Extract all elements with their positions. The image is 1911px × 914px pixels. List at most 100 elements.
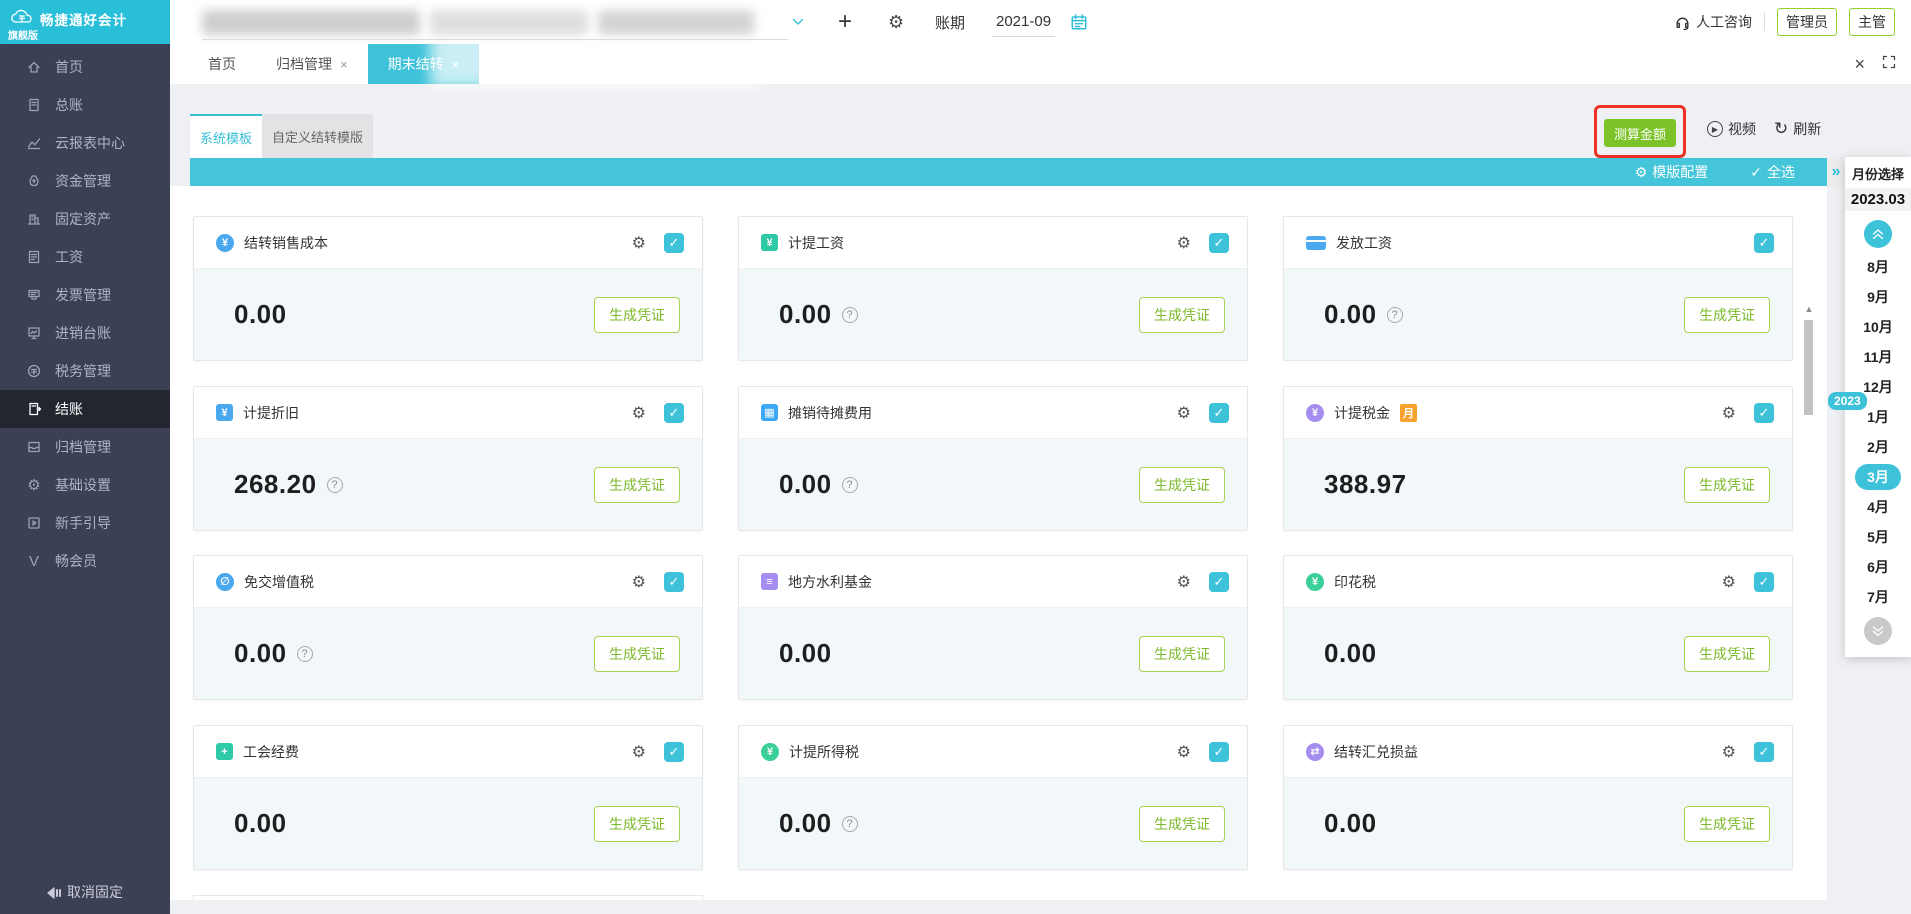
unpin-sidebar-button[interactable]: 取消固定: [0, 882, 170, 902]
sidebar-item-6[interactable]: 工资: [0, 238, 170, 276]
card-checkbox-checked[interactable]: ✓: [1209, 402, 1229, 423]
month-item-11月[interactable]: 11月: [1845, 342, 1911, 372]
template-config-button[interactable]: ⚙ 模版配置: [1635, 162, 1709, 182]
card-checkbox-checked[interactable]: ✓: [1754, 232, 1774, 253]
generate-voucher-button[interactable]: 生成凭证: [1684, 805, 1770, 842]
card-gear-icon[interactable]: ⚙: [1722, 572, 1736, 592]
vertical-scrollbar[interactable]: ▲ ▼: [1802, 292, 1816, 914]
month-item-3月[interactable]: 3月: [1845, 462, 1911, 492]
sidebar-item-5[interactable]: 固定资产: [0, 200, 170, 238]
card-checkbox-checked[interactable]: ✓: [664, 741, 684, 762]
video-button[interactable]: ▶ 视频: [1707, 119, 1756, 139]
help-icon[interactable]: ?: [841, 306, 858, 323]
tab-2[interactable]: 归档管理 ×: [256, 44, 368, 84]
month-item-10月[interactable]: 10月: [1845, 312, 1911, 342]
generate-voucher-button[interactable]: 生成凭证: [594, 466, 680, 503]
help-icon[interactable]: ?: [841, 815, 858, 832]
card-gear-icon[interactable]: ⚙: [1177, 403, 1191, 423]
calendar-icon[interactable]: [1070, 0, 1088, 44]
sidebar-item-10[interactable]: 结账: [0, 390, 170, 428]
card-amount: 0.00: [779, 638, 832, 668]
generate-voucher-button[interactable]: 生成凭证: [1139, 466, 1225, 503]
refresh-button[interactable]: ↻ 刷新: [1774, 119, 1821, 139]
subtab-1[interactable]: 系统模板: [190, 114, 263, 158]
generate-voucher-button[interactable]: 生成凭证: [594, 635, 680, 672]
card-checkbox-checked[interactable]: ✓: [1754, 402, 1774, 423]
month-item-9月[interactable]: 9月: [1845, 282, 1911, 312]
close-tabs-icon[interactable]: ×: [1854, 54, 1865, 75]
settings-gear-icon[interactable]: ⚙: [888, 0, 904, 44]
card-checkbox-checked[interactable]: ✓: [664, 571, 684, 592]
sidebar-item-11[interactable]: 归档管理: [0, 428, 170, 466]
sidebar-item-12[interactable]: ⚙ 基础设置: [0, 466, 170, 504]
sidebar-item-14[interactable]: V 畅会员: [0, 542, 170, 580]
collapse-month-panel-icon[interactable]: »: [1827, 157, 1845, 187]
generate-voucher-button[interactable]: 生成凭证: [1684, 635, 1770, 672]
help-icon[interactable]: ?: [841, 476, 858, 493]
card-checkbox-checked[interactable]: ✓: [1754, 741, 1774, 762]
generate-voucher-button[interactable]: 生成凭证: [1139, 805, 1225, 842]
card-checkbox-checked[interactable]: ✓: [1209, 232, 1229, 253]
help-icon[interactable]: ?: [296, 645, 313, 662]
month-item-6月[interactable]: 6月: [1845, 552, 1911, 582]
card-gear-icon[interactable]: ⚙: [632, 742, 646, 762]
measure-amount-button[interactable]: 测算金额: [1604, 119, 1676, 147]
month-item-8月[interactable]: 8月: [1845, 252, 1911, 282]
generate-voucher-button[interactable]: 生成凭证: [1139, 296, 1225, 333]
sidebar-item-3[interactable]: 云报表中心: [0, 124, 170, 162]
card-gear-icon[interactable]: ⚙: [1177, 233, 1191, 253]
role-badge-supervisor[interactable]: 主管: [1849, 8, 1895, 36]
scrollbar-thumb[interactable]: [1804, 320, 1813, 415]
fullscreen-icon[interactable]: [1881, 54, 1897, 75]
month-item-2月[interactable]: 2月: [1845, 432, 1911, 462]
sidebar-item-1[interactable]: 首页: [0, 48, 170, 86]
tab-1[interactable]: 首页: [188, 44, 256, 84]
period-value[interactable]: 2021-09: [992, 7, 1056, 37]
sidebar-item-13[interactable]: 新手引导: [0, 504, 170, 542]
scroll-up-arrow[interactable]: ▲: [1802, 304, 1816, 314]
generate-voucher-button[interactable]: 生成凭证: [1684, 466, 1770, 503]
generate-voucher-button[interactable]: 生成凭证: [1139, 635, 1225, 672]
role-badge-admin[interactable]: 管理员: [1777, 8, 1837, 36]
tab-3[interactable]: 期末结转 ×: [367, 44, 480, 84]
sidebar-item-2[interactable]: 总账: [0, 86, 170, 124]
company-dropdown-chevron-icon[interactable]: [790, 0, 806, 44]
close-tab-icon[interactable]: ×: [340, 57, 348, 72]
card-checkbox-checked[interactable]: ✓: [1754, 571, 1774, 592]
generate-voucher-button[interactable]: 生成凭证: [1684, 296, 1770, 333]
months-up-button[interactable]: [1864, 220, 1892, 248]
month-item-4月[interactable]: 4月: [1845, 492, 1911, 522]
sidebar-item-4[interactable]: 资金管理: [0, 162, 170, 200]
months-down-button[interactable]: [1864, 617, 1892, 645]
help-icon[interactable]: ?: [326, 476, 343, 493]
sidebar-item-9[interactable]: 税务管理: [0, 352, 170, 390]
card-gear-icon[interactable]: ⚙: [632, 233, 646, 253]
subtab-2[interactable]: 自定义结转模版: [262, 114, 374, 158]
close-tab-icon[interactable]: ×: [452, 57, 460, 72]
card-gear-icon[interactable]: ⚙: [1722, 403, 1736, 423]
sidebar: 畅捷通好会计 旗舰版 首页 总账 云报表中心 资金管理 固定资产 工资 发票管理 进销台账 税务…: [0, 0, 170, 914]
card-checkbox-checked[interactable]: ✓: [1209, 741, 1229, 762]
human-consult-link[interactable]: 人工咨询: [1674, 12, 1752, 32]
card-gear-icon[interactable]: ⚙: [632, 403, 646, 423]
sidebar-item-label: 基础设置: [55, 477, 111, 493]
card-amount: 268.20: [234, 469, 317, 499]
card-checkbox-checked[interactable]: ✓: [664, 402, 684, 423]
month-item-5月[interactable]: 5月: [1845, 522, 1911, 552]
generate-voucher-button[interactable]: 生成凭证: [594, 296, 680, 333]
help-icon[interactable]: ?: [1386, 306, 1403, 323]
card-gear-icon[interactable]: ⚙: [632, 572, 646, 592]
sidebar-item-7[interactable]: 发票管理: [0, 276, 170, 314]
card-checkbox-checked[interactable]: ✓: [664, 232, 684, 253]
month-item-7月[interactable]: 7月: [1845, 582, 1911, 612]
select-all-button[interactable]: ✓ 全选: [1750, 162, 1795, 182]
month-label: 7月: [1867, 589, 1889, 605]
card-gear-icon[interactable]: ⚙: [1177, 572, 1191, 592]
card-gear-icon[interactable]: ⚙: [1722, 742, 1736, 762]
card-checkbox-checked[interactable]: ✓: [1209, 571, 1229, 592]
sidebar-item-8[interactable]: 进销台账: [0, 314, 170, 352]
add-account-button[interactable]: +: [838, 0, 852, 44]
card-gear-icon[interactable]: ⚙: [1177, 742, 1191, 762]
invoice-icon: [28, 289, 40, 300]
generate-voucher-button[interactable]: 生成凭证: [594, 805, 680, 842]
